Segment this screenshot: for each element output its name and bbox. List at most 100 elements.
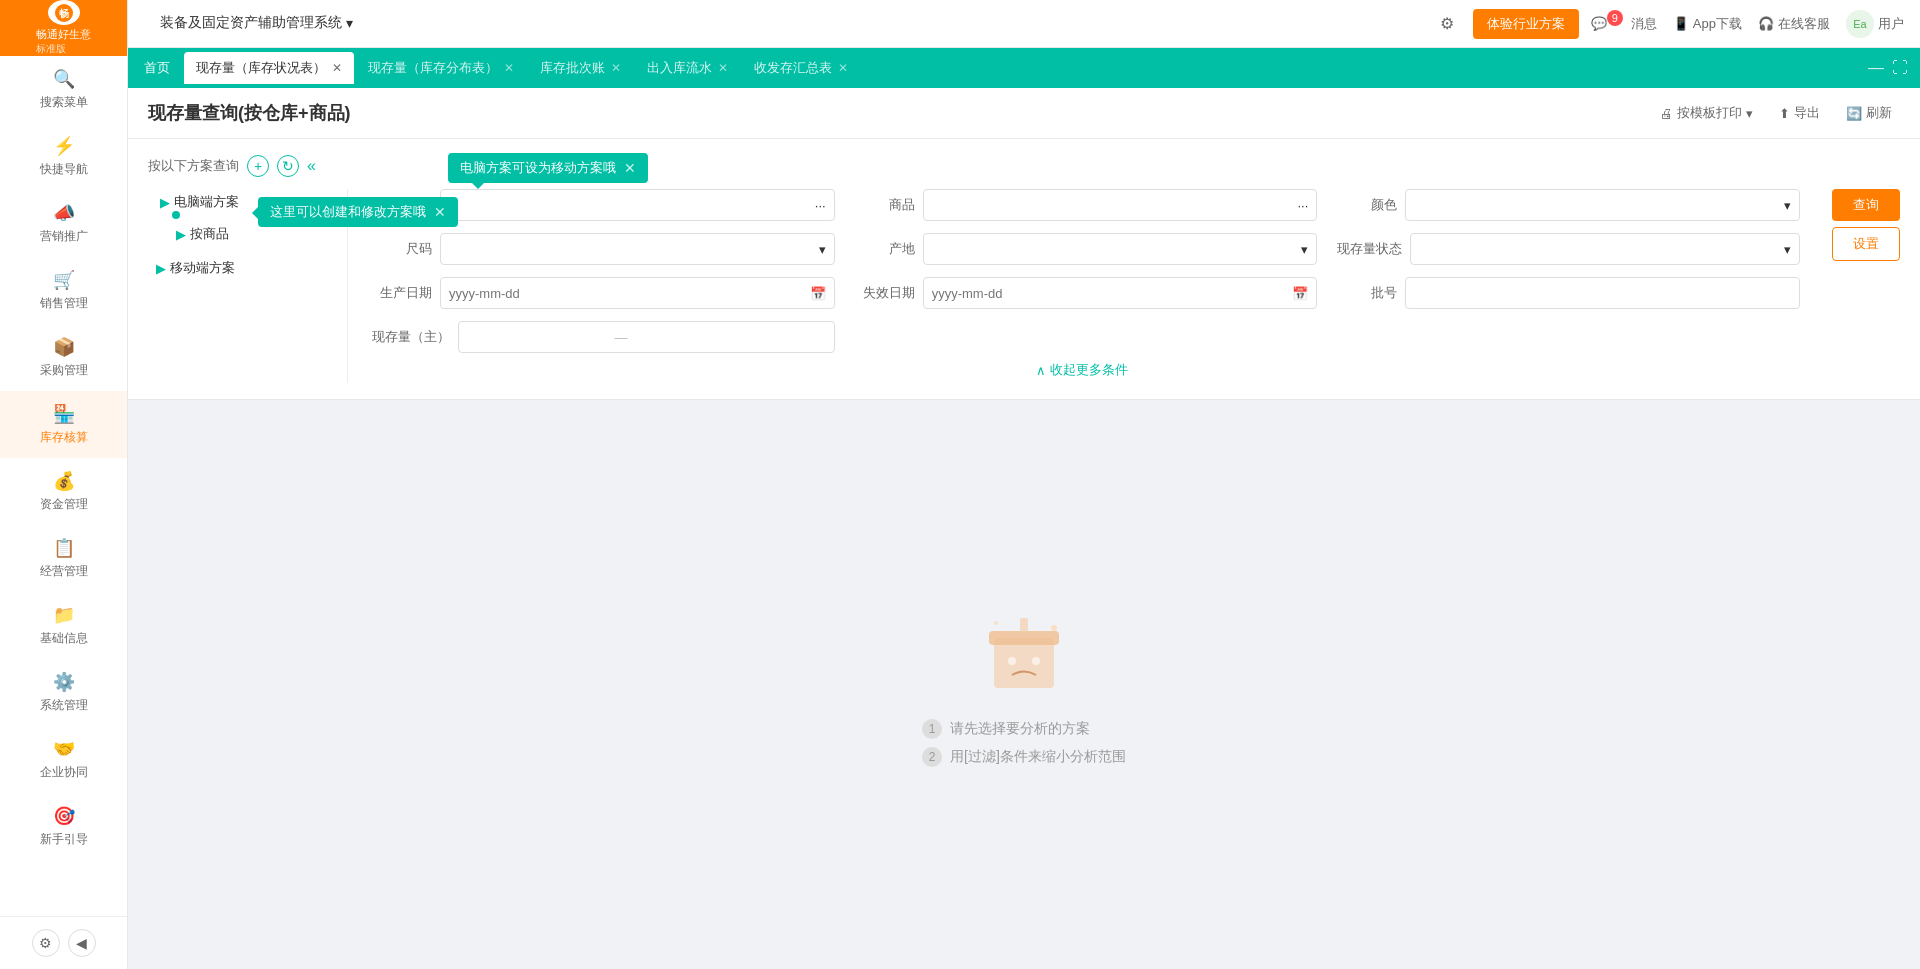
svg-rect-3 [989,631,1059,645]
app-download-action[interactable]: 📱 App下载 [1673,15,1742,33]
sidebar-item-sales[interactable]: 🛒 销售管理 [0,257,127,324]
tab-close-icon-5[interactable]: ✕ [838,61,848,75]
user-action[interactable]: Ea 用户 [1846,10,1904,38]
print-dropdown-icon: ▾ [1746,106,1753,121]
filter-section: 按以下方案查询 + ↻ « 电脑方案可设为移动方案哦 ✕ [128,139,1920,400]
query-btn[interactable]: 查询 [1832,189,1900,221]
system-name-dropdown[interactable]: 装备及固定资产辅助管理系统 ▾ [160,14,353,32]
tooltip2-text: 这里可以创建和修改方案哦 [270,203,426,221]
collapse-btn[interactable]: ∧ 收起更多条件 [1036,361,1128,379]
refresh-btn[interactable]: 🔄 刷新 [1838,100,1900,126]
user-label: 用户 [1878,15,1904,33]
stock-qty-range[interactable]: — [458,321,835,353]
expire-calendar-icon[interactable]: 📅 [1292,286,1308,301]
origin-select[interactable]: ▾ [923,233,1318,265]
tab-in-out-flow[interactable]: 出入库流水 ✕ [635,52,740,84]
tab-inventory-dist-label: 现存量（库存分布表） [368,59,498,77]
produce-date-input[interactable] [449,286,806,301]
tab-close-icon-2[interactable]: ✕ [504,61,514,75]
expire-date-input[interactable] [932,286,1289,301]
sidebar-item-guide[interactable]: 🎯 新手引导 [0,793,127,860]
produce-date-input-wrap[interactable]: 📅 [440,277,835,309]
tooltip-scheme-info: 电脑方案可设为移动方案哦 ✕ [448,153,648,183]
filter-add-btn[interactable]: + [247,155,269,177]
export-btn[interactable]: ⬆ 导出 [1771,100,1828,126]
sidebar-bottom: ⚙ ◀ [0,916,127,969]
sidebar-item-marketing[interactable]: 📣 营销推广 [0,190,127,257]
operations-icon: 📋 [53,537,75,559]
sidebar-item-search[interactable]: 🔍 搜索菜单 [0,56,127,123]
sidebar-item-inventory[interactable]: 🏪 库存核算 [0,391,127,458]
collapse-sidebar-btn[interactable]: ◀ [68,929,96,957]
message-action[interactable]: 💬 9 消息 [1591,15,1657,33]
settings-bottom-btn[interactable]: ⚙ [32,929,60,957]
svg-point-5 [1032,657,1040,665]
tab-minimize-icon[interactable]: — [1868,59,1884,77]
empty-tip2-text: 用[过滤]条件来缩小分析范围 [950,748,1126,766]
scheme-sub-goods[interactable]: ▶ 按商品 [176,221,237,247]
app-download-label: App下载 [1693,15,1742,33]
filter-grid: 仓库 ··· 商品 ··· [372,189,1800,353]
set-btn[interactable]: 设置 [1832,227,1900,261]
tab-close-icon[interactable]: ✕ [332,61,342,75]
tab-maximize-icon[interactable]: ⛶ [1892,59,1908,77]
tab-receive-summary[interactable]: 收发存汇总表 ✕ [742,52,860,84]
industry-btn[interactable]: 体验行业方案 [1473,9,1579,39]
purchase-icon: 📦 [53,336,75,358]
tab-home[interactable]: 首页 [132,52,182,84]
sidebar-item-basics[interactable]: 📁 基础信息 [0,592,127,659]
empty-illustration [974,603,1074,703]
svg-point-8 [994,621,998,625]
goods-dots: ··· [1297,198,1308,213]
settings-gear-icon[interactable]: ⚙ [1433,10,1461,38]
expire-date-input-wrap[interactable]: 📅 [923,277,1318,309]
scheme-mobile-label: 移动端方案 [170,259,327,277]
sidebar-item-purchase[interactable]: 📦 采购管理 [0,324,127,391]
color-select[interactable]: ▾ [1405,189,1800,221]
page-title: 现存量查询(按仓库+商品) [148,101,351,125]
tab-close-icon-4[interactable]: ✕ [718,61,728,75]
message-badge: 9 [1607,10,1623,26]
sidebar-item-system[interactable]: ⚙️ 系统管理 [0,659,127,726]
origin-label: 产地 [855,240,915,258]
stock-status-select[interactable]: ▾ [1410,233,1800,265]
batch-no-input[interactable] [1405,277,1800,309]
filter-refresh-btn[interactable]: ↻ [277,155,299,177]
svg-text:畅: 畅 [59,8,69,19]
warehouse-select[interactable]: ··· [440,189,835,221]
scheme-dot [172,211,180,219]
sidebar-item-quick-nav[interactable]: ⚡ 快捷导航 [0,123,127,190]
print-btn[interactable]: 🖨 按模板打印 ▾ [1652,100,1761,126]
sidebar-item-enterprise[interactable]: 🤝 企业协同 [0,726,127,793]
filter-right: 仓库 ··· 商品 ··· [364,189,1900,383]
scheme-desktop-label: 电脑端方案 [174,193,239,211]
sidebar-item-operations[interactable]: 📋 经营管理 [0,525,127,592]
sidebar-item-finance[interactable]: 💰 资金管理 [0,458,127,525]
filter-back-btn[interactable]: « [307,157,316,175]
filter-scheme-list: ▶ 电脑端方案 ▶ 按商品 [148,189,348,383]
online-support-action[interactable]: 🎧 在线客服 [1758,15,1830,33]
support-icon: 🎧 [1758,16,1774,31]
export-label: 导出 [1794,104,1820,122]
scheme-mobile[interactable]: ▶ 移动端方案 [148,255,335,281]
tab-inventory-dist[interactable]: 现存量（库存分布表） ✕ [356,52,526,84]
guide-icon: 🎯 [53,805,75,827]
tooltip1-close-btn[interactable]: ✕ [624,160,636,176]
filter-row-expire-date: 失效日期 📅 [855,277,1318,309]
tab-inventory-status[interactable]: 现存量（库存状况表） ✕ [184,52,354,84]
calendar-icon[interactable]: 📅 [810,286,826,301]
content-area: 现存量查询(按仓库+商品) 🖨 按模板打印 ▾ ⬆ 导出 🔄 刷新 [128,88,1920,969]
stock-qty-min[interactable] [467,330,610,345]
scheme-desktop[interactable]: ▶ 电脑端方案 [152,189,247,215]
filter-label: 按以下方案查询 [148,157,239,175]
filter-row-size: 尺码 ▾ [372,233,835,265]
tab-batch-account[interactable]: 库存批次账 ✕ [528,52,633,84]
tab-close-icon-3[interactable]: ✕ [611,61,621,75]
search-btn-wrap: 查询 设置 [1832,189,1900,261]
size-select[interactable]: ▾ [440,233,835,265]
sidebar-nav: 🔍 搜索菜单 ⚡ 快捷导航 📣 营销推广 🛒 销售管理 📦 采购管理 🏪 库存核… [0,56,127,916]
goods-select[interactable]: ··· [923,189,1318,221]
empty-tips: 1 请先选择要分析的方案 2 用[过滤]条件来缩小分析范围 [922,719,1126,767]
stock-qty-max[interactable] [631,330,774,345]
tooltip2-close-btn[interactable]: ✕ [434,204,446,220]
